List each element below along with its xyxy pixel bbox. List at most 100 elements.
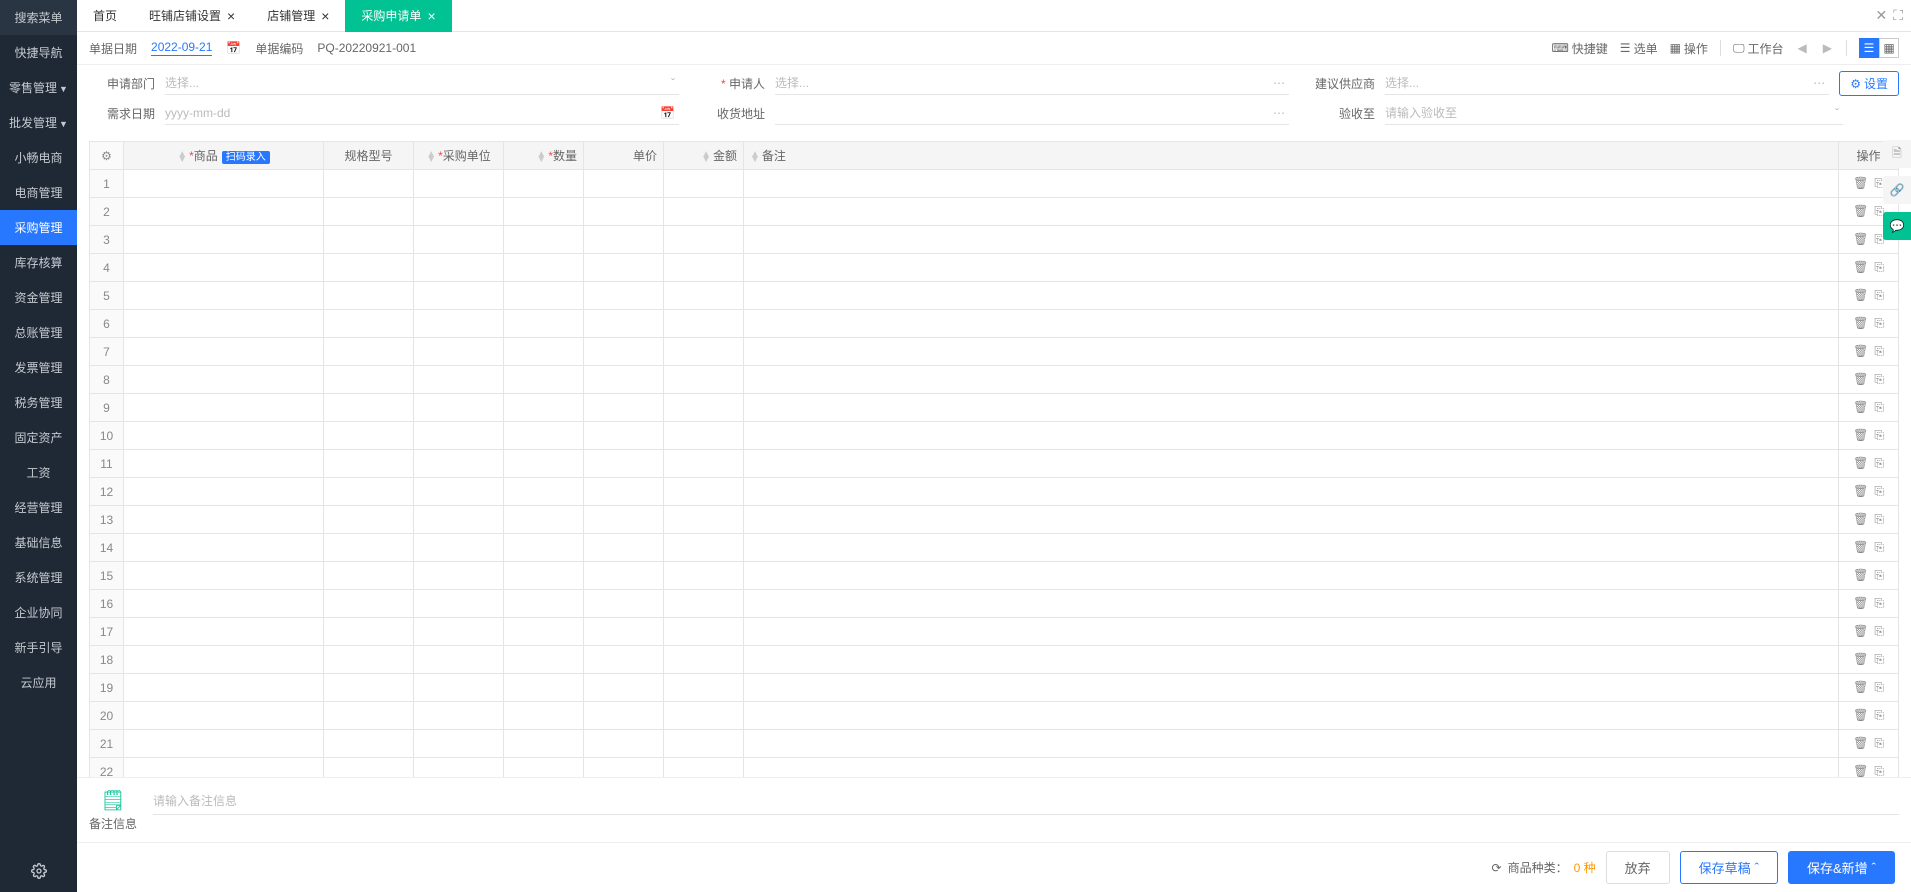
- tab-2[interactable]: 店铺管理×: [251, 0, 345, 32]
- next-arrow[interactable]: ▶: [1821, 41, 1834, 55]
- copy-icon[interactable]: ⎘: [1874, 540, 1884, 554]
- remarks-input[interactable]: [153, 788, 1899, 815]
- table-row[interactable]: 12🗑⎘: [90, 478, 1899, 506]
- sidebar-item-1[interactable]: 快捷导航: [0, 35, 77, 70]
- save-draft-button[interactable]: 保存草稿 ˆ: [1680, 851, 1778, 884]
- copy-icon[interactable]: ⎘: [1874, 456, 1884, 470]
- table-row[interactable]: 7🗑⎘: [90, 338, 1899, 366]
- rail-chat-button[interactable]: 💬: [1883, 212, 1911, 240]
- sidebar-item-4[interactable]: 小畅电商: [0, 140, 77, 175]
- copy-icon[interactable]: ⎘: [1874, 652, 1884, 666]
- table-row[interactable]: 21🗑⎘: [90, 730, 1899, 758]
- table-row[interactable]: 15🗑⎘: [90, 562, 1899, 590]
- close-icon[interactable]: ×: [427, 0, 435, 32]
- delete-icon[interactable]: 🗑: [1853, 568, 1868, 582]
- table-row[interactable]: 17🗑⎘: [90, 618, 1899, 646]
- close-icon[interactable]: ×: [321, 0, 329, 32]
- tab-3[interactable]: 采购申请单×: [345, 0, 451, 32]
- view-card-button[interactable]: ▦: [1879, 38, 1899, 58]
- table-row[interactable]: 5🗑⎘: [90, 282, 1899, 310]
- table-row[interactable]: 18🗑⎘: [90, 646, 1899, 674]
- spec-header[interactable]: 规格型号: [324, 142, 414, 170]
- table-row[interactable]: 22🗑⎘: [90, 758, 1899, 778]
- applicant-select[interactable]: [775, 76, 1269, 90]
- delete-icon[interactable]: 🗑: [1853, 708, 1868, 722]
- copy-icon[interactable]: ⎘: [1874, 372, 1884, 386]
- product-header[interactable]: ▲▼*商品扫码录入: [124, 142, 324, 170]
- demand-date-input[interactable]: [165, 106, 656, 120]
- remark-header[interactable]: ▲▼备注: [744, 142, 1839, 170]
- sidebar-item-18[interactable]: 新手引导: [0, 630, 77, 665]
- table-row[interactable]: 3🗑⎘: [90, 226, 1899, 254]
- more-icon[interactable]: ⋯: [1809, 76, 1829, 90]
- delete-icon[interactable]: 🗑: [1853, 540, 1868, 554]
- sidebar-item-17[interactable]: 企业协同: [0, 595, 77, 630]
- sidebar-item-9[interactable]: 总账管理: [0, 315, 77, 350]
- sidebar-item-2[interactable]: 零售管理▼: [0, 70, 77, 105]
- table-row[interactable]: 8🗑⎘: [90, 366, 1899, 394]
- table-row[interactable]: 1🗑⎘: [90, 170, 1899, 198]
- copy-icon[interactable]: ⎘: [1874, 568, 1884, 582]
- prev-arrow[interactable]: ◀: [1796, 41, 1809, 55]
- copy-icon[interactable]: ⎘: [1874, 428, 1884, 442]
- date-value[interactable]: 2022-09-21: [151, 40, 212, 56]
- delete-icon[interactable]: 🗑: [1853, 316, 1868, 330]
- qty-header[interactable]: ▲▼*数量: [504, 142, 584, 170]
- delete-icon[interactable]: 🗑: [1853, 512, 1868, 526]
- sidebar-item-16[interactable]: 系统管理: [0, 560, 77, 595]
- amount-header[interactable]: ▲▼金额: [664, 142, 744, 170]
- rail-note-button[interactable]: 🗎: [1883, 140, 1911, 168]
- settings-button[interactable]: ⚙设置: [1839, 71, 1899, 96]
- action-button[interactable]: ▦操作: [1670, 40, 1708, 57]
- expand-icon[interactable]: ⛶: [1893, 7, 1903, 24]
- sidebar-item-7[interactable]: 库存核算: [0, 245, 77, 280]
- address-input[interactable]: [775, 106, 1269, 120]
- delete-icon[interactable]: 🗑: [1853, 428, 1868, 442]
- copy-icon[interactable]: ⎘: [1874, 484, 1884, 498]
- unit-header[interactable]: ▲▼*采购单位: [414, 142, 504, 170]
- more-icon[interactable]: ⋯: [1269, 76, 1289, 90]
- table-row[interactable]: 6🗑⎘: [90, 310, 1899, 338]
- shortcut-button[interactable]: ⌨快捷键: [1551, 40, 1607, 57]
- select-button[interactable]: ☰选单: [1620, 40, 1658, 57]
- table-row[interactable]: 14🗑⎘: [90, 534, 1899, 562]
- table-row[interactable]: 9🗑⎘: [90, 394, 1899, 422]
- chevron-down-icon[interactable]: ˇ: [667, 76, 679, 90]
- sidebar-item-12[interactable]: 固定资产: [0, 420, 77, 455]
- sidebar-item-15[interactable]: 基础信息: [0, 525, 77, 560]
- table-row[interactable]: 10🗑⎘: [90, 422, 1899, 450]
- sidebar-item-10[interactable]: 发票管理: [0, 350, 77, 385]
- delete-icon[interactable]: 🗑: [1853, 624, 1868, 638]
- sidebar-item-13[interactable]: 工资: [0, 455, 77, 490]
- table-row[interactable]: 11🗑⎘: [90, 450, 1899, 478]
- table-row[interactable]: 19🗑⎘: [90, 674, 1899, 702]
- delete-icon[interactable]: 🗑: [1853, 260, 1868, 274]
- sidebar-item-8[interactable]: 资金管理: [0, 280, 77, 315]
- delete-icon[interactable]: 🗑: [1853, 764, 1868, 777]
- sidebar-settings[interactable]: [0, 853, 77, 892]
- tab-0[interactable]: 首页: [77, 0, 133, 32]
- copy-icon[interactable]: ⎘: [1874, 260, 1884, 274]
- calendar-icon[interactable]: 📅: [226, 41, 241, 55]
- save-new-button[interactable]: 保存&新增 ˆ: [1788, 851, 1895, 884]
- chevron-down-icon[interactable]: ˇ: [1831, 106, 1843, 120]
- delete-icon[interactable]: 🗑: [1853, 204, 1868, 218]
- close-all-button[interactable]: ✕: [1875, 7, 1887, 24]
- sidebar-item-14[interactable]: 经营管理: [0, 490, 77, 525]
- abandon-button[interactable]: 放弃: [1606, 851, 1670, 884]
- supplier-select[interactable]: [1385, 76, 1809, 90]
- sidebar-item-19[interactable]: 云应用: [0, 665, 77, 700]
- price-header[interactable]: 单价: [584, 142, 664, 170]
- gear-header[interactable]: ⚙: [90, 142, 124, 170]
- sidebar-item-3[interactable]: 批发管理▼: [0, 105, 77, 140]
- table-row[interactable]: 20🗑⎘: [90, 702, 1899, 730]
- tab-1[interactable]: 旺铺店铺设置×: [133, 0, 251, 32]
- warehouse-input[interactable]: [1385, 106, 1831, 120]
- more-icon[interactable]: ⋯: [1269, 106, 1289, 120]
- copy-icon[interactable]: ⎘: [1874, 316, 1884, 330]
- sidebar-item-0[interactable]: 搜索菜单: [0, 0, 77, 35]
- sidebar-item-11[interactable]: 税务管理: [0, 385, 77, 420]
- sidebar-item-6[interactable]: 采购管理: [0, 210, 77, 245]
- copy-icon[interactable]: ⎘: [1874, 764, 1884, 777]
- delete-icon[interactable]: 🗑: [1853, 344, 1868, 358]
